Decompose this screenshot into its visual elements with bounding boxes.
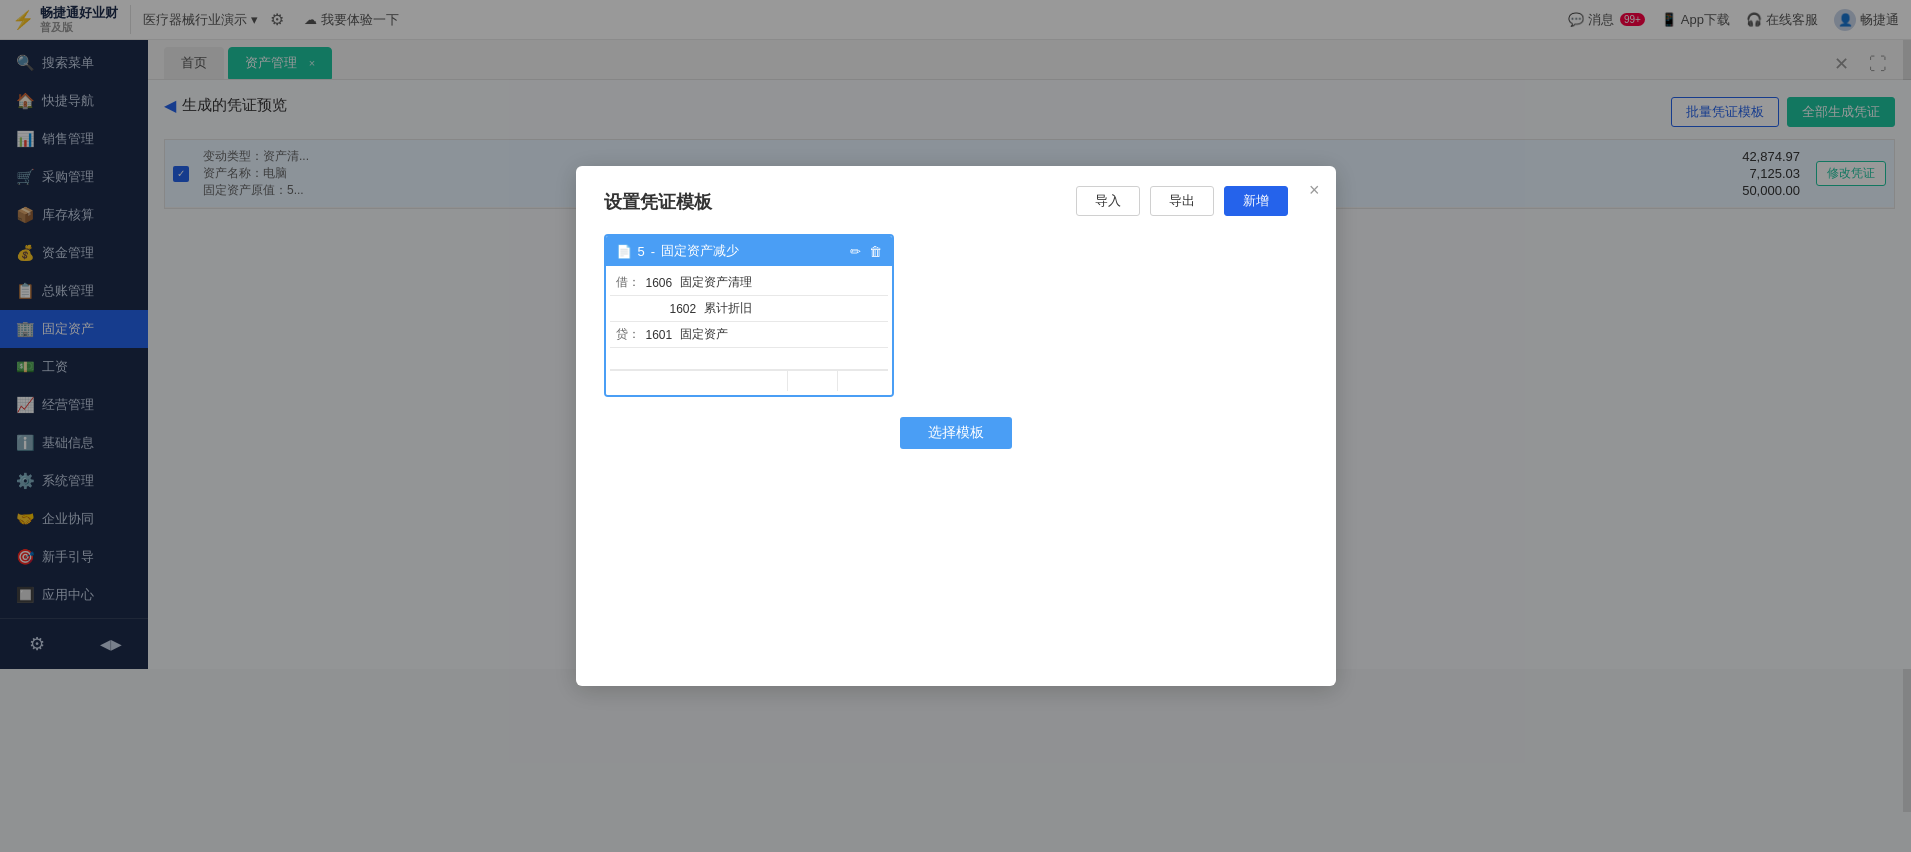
template-card-header: 📄 5 - 固定资产减少 ✏ 🗑 [606, 236, 892, 266]
template-card: 📄 5 - 固定资产减少 ✏ 🗑 [604, 234, 894, 397]
template-number: 5 [638, 244, 645, 259]
import-btn[interactable]: 导入 [1076, 186, 1140, 216]
template-row-2: 1602 累计折旧 [610, 296, 888, 321]
edit-icon[interactable]: ✏ [850, 244, 861, 259]
grid-cell-2 [788, 371, 838, 391]
grid-cell-1 [610, 371, 788, 391]
modal-actions: 导入 导出 新增 [1076, 186, 1288, 216]
grid-cell-3 [838, 371, 888, 391]
export-btn[interactable]: 导出 [1150, 186, 1214, 216]
select-template-btn[interactable]: 选择模板 [900, 417, 1012, 449]
row3-code: 1601 [646, 328, 673, 342]
modal-close-btn[interactable]: × [1309, 180, 1320, 201]
row2-code: 1602 [670, 302, 697, 316]
row1-side: 借： [616, 274, 646, 291]
page-content: ◀ 生成的凭证预览 批量凭证模板 全部生成凭证 ✓ 变动类型：资产清... 资产… [148, 80, 1911, 669]
delete-icon[interactable]: 🗑 [869, 244, 882, 259]
new-template-btn[interactable]: 新增 [1224, 186, 1288, 216]
modal-overlay: 设置凭证模板 导入 导出 新增 × 📄 5 [148, 80, 1911, 669]
template-header-icons: ✏ 🗑 [850, 244, 882, 259]
row3-name: 固定资产 [680, 326, 728, 343]
template-row-1: 借： 1606 固定资产清理 [610, 270, 888, 295]
template-grid-row [610, 370, 888, 391]
row2-name: 累计折旧 [704, 300, 752, 317]
template-separator: - [651, 244, 655, 259]
main-area: 🔍 搜索菜单 🏠 快捷导航 📊 销售管理 🛒 采购管理 📦 库存核算 💰 [0, 40, 1911, 669]
content-area: 首页 资产管理 × ✕ ⛶ ◀ 生成的凭证预览 批量凭证模板 [148, 40, 1911, 669]
template-header-title: 📄 5 - 固定资产减少 [616, 242, 740, 260]
row3-side: 贷： [616, 326, 646, 343]
template-card-body: 借： 1606 固定资产清理 [606, 266, 892, 395]
row1-name: 固定资产清理 [680, 274, 752, 291]
template-empty-row [610, 348, 888, 370]
row1-code: 1606 [646, 276, 673, 290]
template-row-3: 贷： 1601 固定资产 [610, 322, 888, 347]
modal-dialog: 设置凭证模板 导入 导出 新增 × 📄 5 [576, 166, 1336, 669]
template-name: 固定资产减少 [661, 242, 739, 260]
template-file-icon: 📄 [616, 244, 632, 259]
